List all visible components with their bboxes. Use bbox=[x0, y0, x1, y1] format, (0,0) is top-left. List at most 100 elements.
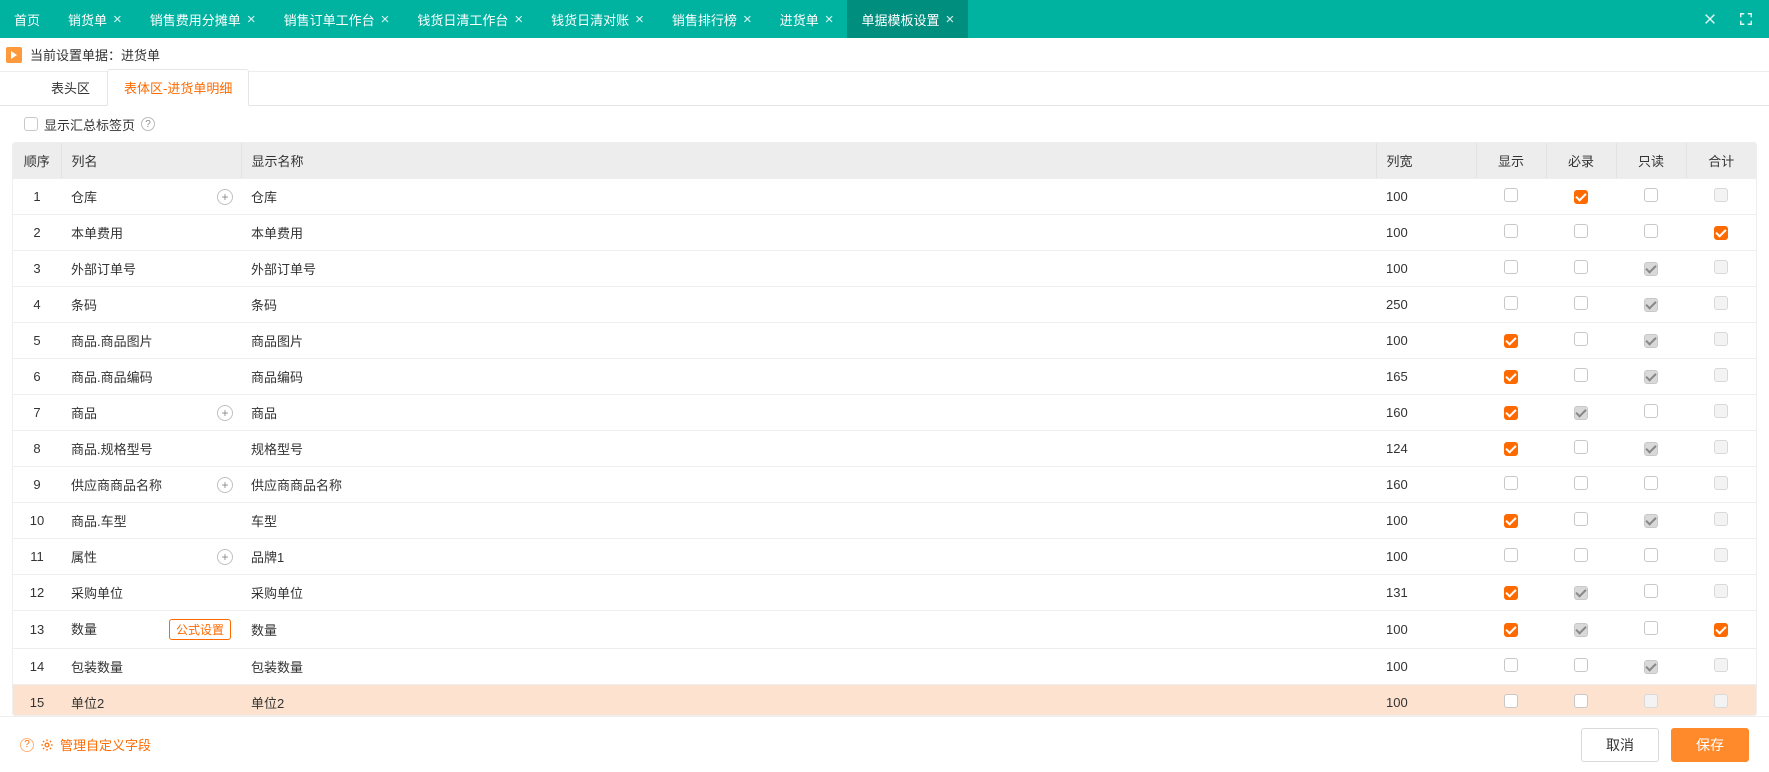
table-row[interactable]: 15单位2单位2100 bbox=[13, 685, 1756, 717]
cell-width[interactable]: 250 bbox=[1376, 287, 1476, 323]
cell-width[interactable]: 100 bbox=[1376, 323, 1476, 359]
close-icon[interactable]: × bbox=[514, 11, 523, 28]
cancel-button[interactable]: 取消 bbox=[1581, 728, 1659, 762]
show-checkbox[interactable] bbox=[1504, 623, 1518, 637]
cell-width[interactable]: 165 bbox=[1376, 359, 1476, 395]
show-checkbox[interactable] bbox=[1504, 694, 1518, 708]
fullscreen-icon[interactable] bbox=[1737, 10, 1755, 28]
cell-width[interactable]: 100 bbox=[1376, 685, 1476, 717]
table-row[interactable]: 11属性+品牌1100 bbox=[13, 539, 1756, 575]
show-checkbox[interactable] bbox=[1504, 188, 1518, 202]
cell-display[interactable]: 数量 bbox=[241, 611, 1376, 649]
config-table-scroll[interactable]: 顺序 列名 显示名称 列宽 显示 必录 只读 合计 1仓库+仓库1002本单费用… bbox=[12, 142, 1757, 716]
readonly-checkbox[interactable] bbox=[1644, 476, 1658, 490]
table-row[interactable]: 8商品.规格型号规格型号124 bbox=[13, 431, 1756, 467]
cell-display[interactable]: 包装数量 bbox=[241, 649, 1376, 685]
cell-display[interactable]: 仓库 bbox=[241, 179, 1376, 215]
cell-width[interactable]: 100 bbox=[1376, 215, 1476, 251]
top-tab[interactable]: 钱货日清对账× bbox=[537, 0, 658, 38]
cell-display[interactable]: 本单费用 bbox=[241, 215, 1376, 251]
cell-display[interactable]: 条码 bbox=[241, 287, 1376, 323]
close-icon[interactable]: × bbox=[381, 11, 390, 28]
expand-chevron-icon[interactable] bbox=[6, 47, 22, 63]
footer-help-icon[interactable]: ? bbox=[20, 738, 34, 752]
required-checkbox[interactable] bbox=[1574, 332, 1588, 346]
required-checkbox[interactable] bbox=[1574, 548, 1588, 562]
required-checkbox[interactable] bbox=[1574, 440, 1588, 454]
table-row[interactable]: 14包装数量包装数量100 bbox=[13, 649, 1756, 685]
show-checkbox[interactable] bbox=[1504, 260, 1518, 274]
sub-tab[interactable]: 表体区-进货单明细 bbox=[107, 69, 249, 106]
required-checkbox[interactable] bbox=[1574, 190, 1588, 204]
readonly-checkbox[interactable] bbox=[1644, 404, 1658, 418]
add-icon[interactable]: + bbox=[217, 549, 233, 565]
top-tab[interactable]: 销售订单工作台× bbox=[270, 0, 404, 38]
table-row[interactable]: 9供应商商品名称+供应商商品名称160 bbox=[13, 467, 1756, 503]
cell-width[interactable]: 100 bbox=[1376, 611, 1476, 649]
top-tab[interactable]: 首页 bbox=[0, 0, 54, 38]
show-checkbox[interactable] bbox=[1504, 658, 1518, 672]
cell-display[interactable]: 外部订单号 bbox=[241, 251, 1376, 287]
summary-checkbox[interactable] bbox=[24, 117, 38, 131]
required-checkbox[interactable] bbox=[1574, 224, 1588, 238]
close-icon[interactable]: × bbox=[825, 11, 834, 28]
close-icon[interactable]: × bbox=[635, 11, 644, 28]
show-checkbox[interactable] bbox=[1504, 224, 1518, 238]
table-row[interactable]: 12采购单位采购单位131 bbox=[13, 575, 1756, 611]
readonly-checkbox[interactable] bbox=[1644, 548, 1658, 562]
show-checkbox[interactable] bbox=[1504, 586, 1518, 600]
top-tab[interactable]: 销货单× bbox=[54, 0, 136, 38]
readonly-checkbox[interactable] bbox=[1644, 224, 1658, 238]
readonly-checkbox[interactable] bbox=[1644, 621, 1658, 635]
table-row[interactable]: 3外部订单号外部订单号100 bbox=[13, 251, 1756, 287]
required-checkbox[interactable] bbox=[1574, 296, 1588, 310]
cell-width[interactable]: 160 bbox=[1376, 395, 1476, 431]
table-row[interactable]: 5商品.商品图片商品图片100 bbox=[13, 323, 1756, 359]
cell-display[interactable]: 规格型号 bbox=[241, 431, 1376, 467]
sub-tab[interactable]: 表头区 bbox=[34, 69, 107, 105]
show-checkbox[interactable] bbox=[1504, 334, 1518, 348]
cell-display[interactable]: 商品编码 bbox=[241, 359, 1376, 395]
cell-display[interactable]: 品牌1 bbox=[241, 539, 1376, 575]
cell-width[interactable]: 124 bbox=[1376, 431, 1476, 467]
close-icon[interactable]: × bbox=[113, 11, 122, 28]
table-row[interactable]: 4条码条码250 bbox=[13, 287, 1756, 323]
total-checkbox[interactable] bbox=[1714, 623, 1728, 637]
top-tab[interactable]: 钱货日清工作台× bbox=[403, 0, 537, 38]
show-checkbox[interactable] bbox=[1504, 296, 1518, 310]
close-all-icon[interactable] bbox=[1701, 10, 1719, 28]
required-checkbox[interactable] bbox=[1574, 658, 1588, 672]
top-tab[interactable]: 销售排行榜× bbox=[658, 0, 766, 38]
top-tab[interactable]: 销售费用分摊单× bbox=[136, 0, 270, 38]
cell-display[interactable]: 供应商商品名称 bbox=[241, 467, 1376, 503]
cell-width[interactable]: 131 bbox=[1376, 575, 1476, 611]
manage-custom-fields-link[interactable]: 管理自定义字段 bbox=[60, 735, 151, 754]
required-checkbox[interactable] bbox=[1574, 260, 1588, 274]
required-checkbox[interactable] bbox=[1574, 512, 1588, 526]
table-row[interactable]: 2本单费用本单费用100 bbox=[13, 215, 1756, 251]
save-button[interactable]: 保存 bbox=[1671, 728, 1749, 762]
readonly-checkbox[interactable] bbox=[1644, 584, 1658, 598]
show-checkbox[interactable] bbox=[1504, 370, 1518, 384]
cell-display[interactable]: 采购单位 bbox=[241, 575, 1376, 611]
add-icon[interactable]: + bbox=[217, 405, 233, 421]
close-icon[interactable]: × bbox=[247, 11, 256, 28]
readonly-checkbox[interactable] bbox=[1644, 188, 1658, 202]
show-checkbox[interactable] bbox=[1504, 548, 1518, 562]
required-checkbox[interactable] bbox=[1574, 694, 1588, 708]
cell-width[interactable]: 160 bbox=[1376, 467, 1476, 503]
total-checkbox[interactable] bbox=[1714, 226, 1728, 240]
cell-display[interactable]: 商品图片 bbox=[241, 323, 1376, 359]
close-icon[interactable]: × bbox=[946, 11, 955, 28]
formula-button[interactable]: 公式设置 bbox=[169, 619, 231, 640]
cell-display[interactable]: 单位2 bbox=[241, 685, 1376, 717]
add-icon[interactable]: + bbox=[217, 477, 233, 493]
table-row[interactable]: 7商品+商品160 bbox=[13, 395, 1756, 431]
cell-width[interactable]: 100 bbox=[1376, 251, 1476, 287]
show-checkbox[interactable] bbox=[1504, 476, 1518, 490]
table-row[interactable]: 13数量公式设置数量100 bbox=[13, 611, 1756, 649]
top-tab[interactable]: 单据模板设置× bbox=[847, 0, 968, 38]
cell-width[interactable]: 100 bbox=[1376, 539, 1476, 575]
cell-width[interactable]: 100 bbox=[1376, 503, 1476, 539]
table-row[interactable]: 6商品.商品编码商品编码165 bbox=[13, 359, 1756, 395]
